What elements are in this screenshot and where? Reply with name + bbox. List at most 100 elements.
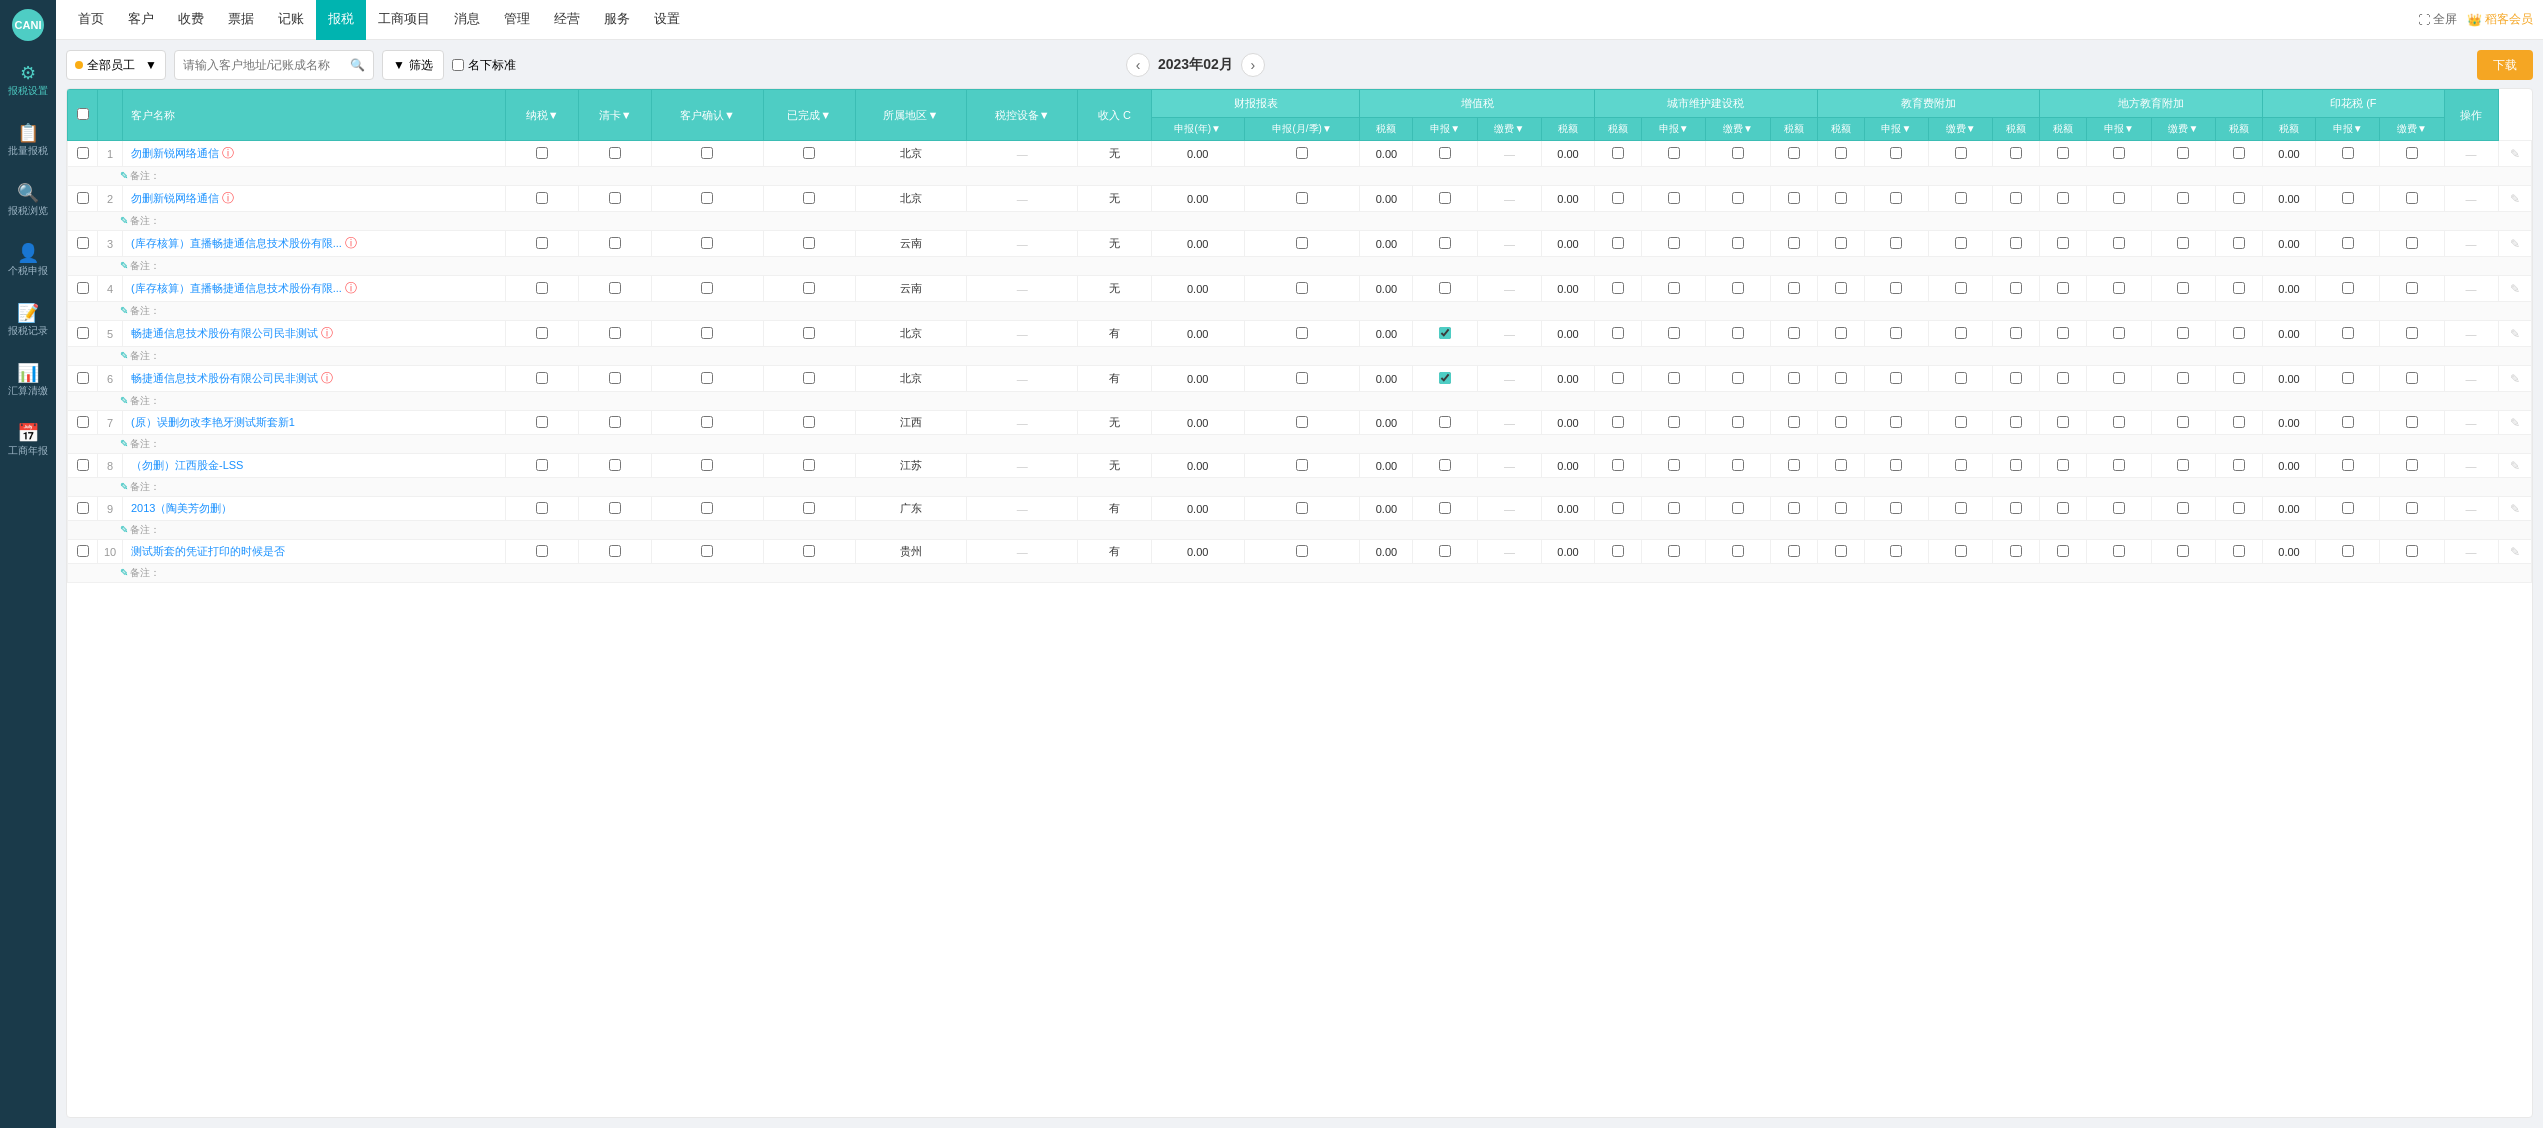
edu-check[interactable] bbox=[2010, 459, 2022, 471]
city-pay-check[interactable] bbox=[1732, 416, 1744, 428]
city-pay-check[interactable] bbox=[1732, 545, 1744, 557]
edu-check[interactable] bbox=[1890, 545, 1902, 557]
tax-type-check[interactable] bbox=[536, 147, 548, 159]
confirm-check[interactable] bbox=[701, 372, 713, 384]
stamp-check[interactable] bbox=[2342, 502, 2354, 514]
vip-btn[interactable]: 👑 稻客会员 bbox=[2467, 11, 2533, 28]
completed-check[interactable] bbox=[803, 282, 815, 294]
nav-settings[interactable]: 设置 bbox=[642, 0, 692, 40]
th-local-pay[interactable]: 缴费▼ bbox=[2151, 118, 2215, 141]
local-check[interactable] bbox=[2177, 545, 2189, 557]
stamp-check[interactable] bbox=[2406, 502, 2418, 514]
edu-check[interactable] bbox=[2010, 372, 2022, 384]
prev-month-button[interactable]: ‹ bbox=[1126, 53, 1150, 77]
fr-month-check[interactable] bbox=[1296, 416, 1308, 428]
row-checkbox[interactable] bbox=[77, 282, 89, 294]
client-name[interactable]: 畅捷通信息技术股份有限公司民非测试 ⓘ bbox=[123, 366, 506, 392]
client-name[interactable]: (原）误删勿改李艳牙测试斯套新1 bbox=[123, 411, 506, 435]
th-stamp-pay[interactable]: 缴费▼ bbox=[2380, 118, 2444, 141]
card-check[interactable] bbox=[609, 237, 621, 249]
nav-home[interactable]: 首页 bbox=[66, 0, 116, 40]
row-checkbox[interactable] bbox=[77, 147, 89, 159]
completed-check[interactable] bbox=[803, 545, 815, 557]
stamp-check[interactable] bbox=[2406, 282, 2418, 294]
row-checkbox[interactable] bbox=[77, 237, 89, 249]
local-check[interactable] bbox=[2233, 502, 2245, 514]
row-checkbox[interactable] bbox=[77, 327, 89, 339]
edu-check[interactable] bbox=[2010, 545, 2022, 557]
confirm-check[interactable] bbox=[701, 237, 713, 249]
confirm-check[interactable] bbox=[701, 192, 713, 204]
local-check[interactable] bbox=[2177, 327, 2189, 339]
local-check[interactable] bbox=[2057, 282, 2069, 294]
stamp-check[interactable] bbox=[2342, 192, 2354, 204]
fr-month-check[interactable] bbox=[1296, 502, 1308, 514]
city-declare-check[interactable] bbox=[1668, 192, 1680, 204]
stamp-check[interactable] bbox=[2342, 282, 2354, 294]
local-check[interactable] bbox=[2057, 372, 2069, 384]
local-check[interactable] bbox=[2113, 237, 2125, 249]
edit-icon[interactable]: ✎ bbox=[2510, 327, 2520, 341]
local-check[interactable] bbox=[2233, 372, 2245, 384]
th-card[interactable]: 清卡▼ bbox=[579, 90, 652, 141]
fr-month-check[interactable] bbox=[1296, 372, 1308, 384]
city-pay-check[interactable] bbox=[1732, 237, 1744, 249]
stamp-check[interactable] bbox=[2406, 372, 2418, 384]
city-check[interactable] bbox=[1612, 237, 1624, 249]
tax-type-check[interactable] bbox=[536, 416, 548, 428]
tax-type-check[interactable] bbox=[536, 459, 548, 471]
edu-check[interactable] bbox=[1955, 192, 1967, 204]
local-check[interactable] bbox=[2057, 237, 2069, 249]
edu-check[interactable] bbox=[1890, 192, 1902, 204]
edu-check[interactable] bbox=[2010, 192, 2022, 204]
city-declare-check[interactable] bbox=[1668, 502, 1680, 514]
name-list-checkbox[interactable]: 名下标准 bbox=[452, 57, 516, 74]
sidebar-item-tax-settings[interactable]: ⚙ 报税设置 bbox=[0, 50, 56, 110]
edit-icon[interactable]: ✎ bbox=[2510, 459, 2520, 473]
search-input[interactable] bbox=[183, 58, 350, 72]
edu-check[interactable] bbox=[1955, 459, 1967, 471]
confirm-check[interactable] bbox=[701, 416, 713, 428]
confirm-check[interactable] bbox=[701, 147, 713, 159]
stamp-check[interactable] bbox=[2406, 192, 2418, 204]
row-checkbox[interactable] bbox=[77, 545, 89, 557]
card-check[interactable] bbox=[609, 327, 621, 339]
th-confirm[interactable]: 客户确认▼ bbox=[652, 90, 763, 141]
edu-check[interactable] bbox=[1955, 502, 1967, 514]
client-name[interactable]: (库存核算）直播畅捷通信息技术股份有限... ⓘ bbox=[123, 231, 506, 257]
confirm-check[interactable] bbox=[701, 502, 713, 514]
local-check[interactable] bbox=[2233, 147, 2245, 159]
nav-tax[interactable]: 报税 bbox=[316, 0, 366, 40]
th-vat-pay[interactable]: 缴费▼ bbox=[1477, 118, 1541, 141]
edu-check[interactable] bbox=[1835, 372, 1847, 384]
city-check2[interactable] bbox=[1788, 147, 1800, 159]
stamp-check[interactable] bbox=[2406, 459, 2418, 471]
filter-button[interactable]: ▼ 筛选 bbox=[382, 50, 444, 80]
city-check2[interactable] bbox=[1788, 459, 1800, 471]
row-checkbox[interactable] bbox=[77, 416, 89, 428]
sidebar-item-tax-view[interactable]: 🔍 报税浏览 bbox=[0, 170, 56, 230]
edit-icon[interactable]: ✎ bbox=[2510, 282, 2520, 296]
tax-type-check[interactable] bbox=[536, 372, 548, 384]
local-check[interactable] bbox=[2113, 372, 2125, 384]
local-check[interactable] bbox=[2057, 147, 2069, 159]
next-month-button[interactable]: › bbox=[1241, 53, 1265, 77]
nav-record[interactable]: 记账 bbox=[266, 0, 316, 40]
card-check[interactable] bbox=[609, 147, 621, 159]
completed-check[interactable] bbox=[803, 502, 815, 514]
local-check[interactable] bbox=[2113, 416, 2125, 428]
completed-check[interactable] bbox=[803, 327, 815, 339]
city-declare-check[interactable] bbox=[1668, 372, 1680, 384]
local-check[interactable] bbox=[2113, 147, 2125, 159]
client-name[interactable]: 畅捷通信息技术股份有限公司民非测试 ⓘ bbox=[123, 321, 506, 347]
city-pay-check[interactable] bbox=[1732, 327, 1744, 339]
local-check[interactable] bbox=[2233, 327, 2245, 339]
edu-check[interactable] bbox=[1955, 327, 1967, 339]
city-pay-check[interactable] bbox=[1732, 282, 1744, 294]
vat-declare-check[interactable] bbox=[1439, 192, 1451, 204]
nav-operation[interactable]: 经营 bbox=[542, 0, 592, 40]
fr-month-check[interactable] bbox=[1296, 459, 1308, 471]
th-region[interactable]: 所属地区▼ bbox=[855, 90, 966, 141]
sidebar-item-personal-tax[interactable]: 👤 个税申报 bbox=[0, 230, 56, 290]
sidebar-item-summary[interactable]: 📊 汇算清缴 bbox=[0, 350, 56, 410]
